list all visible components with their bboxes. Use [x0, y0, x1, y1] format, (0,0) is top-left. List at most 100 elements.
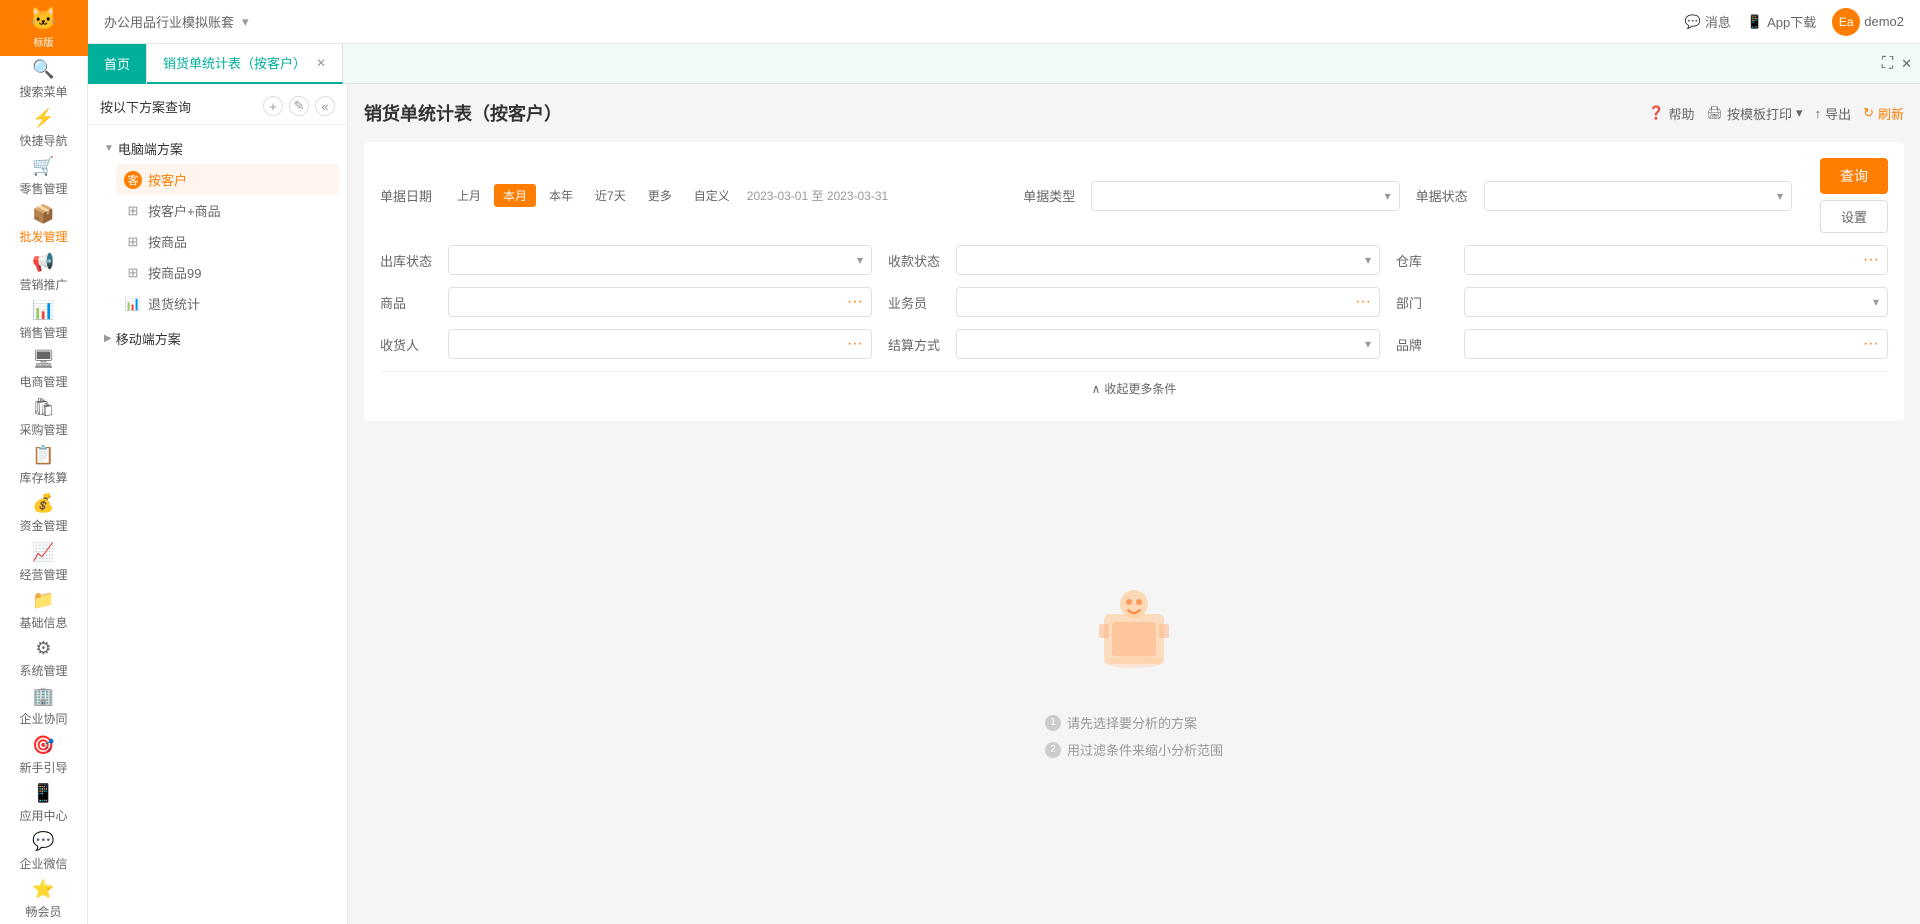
sidebar-item-wechat[interactable]: 💬 企业微信 — [0, 827, 88, 875]
status-control[interactable]: ▾ — [1484, 181, 1792, 211]
app-name-label: 办公用品行业模拟账套 — [104, 12, 234, 31]
warehouse-label: 仓库 — [1396, 251, 1456, 270]
app-logo[interactable]: 🐱 标版 — [0, 0, 88, 56]
collect-status-control[interactable]: ▾ — [956, 245, 1380, 275]
refresh-btn[interactable]: ↻ 刷新 — [1863, 104, 1904, 123]
date-btn-this-year[interactable]: 本年 — [540, 184, 582, 207]
receiver-control[interactable]: ··· — [448, 329, 872, 359]
app-download-btn[interactable]: 📱 App下载 — [1747, 12, 1816, 31]
date-btn-7days[interactable]: 近7天 — [586, 184, 635, 207]
marketing-icon: 📢 — [32, 252, 54, 273]
sidebar-item-search[interactable]: 🔍 搜索菜单 — [0, 56, 88, 104]
date-range-text: 2023-03-01 至 2023-03-31 — [747, 187, 888, 204]
collapse-bar[interactable]: ∧ 收起更多条件 — [380, 371, 1888, 405]
receiver-dots-icon[interactable]: ··· — [847, 335, 863, 353]
header-dropdown-arrow[interactable]: ▾ — [242, 14, 249, 30]
date-btn-this-month[interactable]: 本月 — [494, 184, 536, 207]
query-button[interactable]: 查询 — [1820, 158, 1888, 194]
filter-warehouse-item: 仓库 ··· — [1396, 245, 1888, 275]
sidebar-item-apps[interactable]: 📱 应用中心 — [0, 779, 88, 827]
export-label: 导出 — [1825, 104, 1851, 123]
date-btn-last-month[interactable]: 上月 — [448, 184, 490, 207]
sidebar-item-wholesale-label: 批发管理 — [19, 228, 67, 245]
warehouse-control[interactable]: ··· — [1464, 245, 1888, 275]
salesperson-control[interactable]: ··· — [956, 287, 1380, 317]
sidebar-item-operations[interactable]: 📈 经营管理 — [0, 538, 88, 586]
sidebar-item-quick-nav[interactable]: ⚡ 快捷导航 — [0, 104, 88, 152]
collapse-icon: « — [321, 99, 328, 114]
message-btn[interactable]: 💬 消息 — [1685, 12, 1731, 31]
sidebar-item-member[interactable]: ⭐ 畅会员 — [0, 876, 88, 924]
sidebar-item-purchase[interactable]: 🛍 采购管理 — [0, 393, 88, 441]
sidebar-item-enterprise[interactable]: 🏢 企业协同 — [0, 683, 88, 731]
message-icon: 💬 — [1685, 14, 1701, 30]
date-btn-more[interactable]: 更多 — [639, 184, 681, 207]
tree-child-by-customer-product[interactable]: ⊞ 按客户+商品 — [116, 195, 339, 226]
filter-type-item: 单据类型 ▾ — [1023, 181, 1399, 211]
filter-row-2: 出库状态 ▾ 收款状态 ▾ 仓库 — [380, 245, 1888, 275]
out-status-control[interactable]: ▾ — [448, 245, 872, 275]
filter-row-1: 单据日期 上月 本月 本年 近7天 更多 自定义 2023-03-01 至 20… — [380, 158, 1888, 233]
add-scheme-btn[interactable]: + — [263, 96, 283, 116]
salesperson-dots-icon[interactable]: ··· — [1355, 293, 1371, 311]
department-chevron-icon: ▾ — [1873, 295, 1879, 309]
help-btn[interactable]: ❓ 帮助 — [1648, 104, 1694, 123]
sidebar-item-wholesale[interactable]: 📦 批发管理 — [0, 200, 88, 248]
search-icon: 🔍 — [32, 59, 54, 80]
sidebar-item-system[interactable]: ⚙ 系统管理 — [0, 634, 88, 682]
tree-child-by-product[interactable]: ⊞ 按商品 — [116, 226, 339, 257]
apps-icon: 📱 — [32, 783, 54, 804]
sidebar-item-sales-label: 销售管理 — [19, 324, 67, 341]
tree-child-refund-stats[interactable]: 📊 退货统计 — [116, 288, 339, 319]
sidebar-item-retail-label: 零售管理 — [19, 180, 67, 197]
export-btn[interactable]: ↑ 导出 — [1815, 104, 1852, 123]
sidebar-item-sales[interactable]: 📊 销售管理 — [0, 297, 88, 345]
collect-status-chevron-icon: ▾ — [1365, 253, 1371, 267]
print-dropdown-arrow[interactable]: ▾ — [1796, 105, 1803, 121]
tree-child-by-customer[interactable]: 客 按客户 — [116, 164, 339, 195]
tab-close-btn[interactable]: ✕ — [316, 56, 326, 70]
tab-sales-stats[interactable]: 销货单统计表（按客户） ✕ — [147, 44, 343, 84]
maximize-btn[interactable]: ⛶ — [1882, 55, 1893, 73]
by-customer-product-icon: ⊞ — [124, 202, 142, 220]
product-control[interactable]: ··· — [448, 287, 872, 317]
retail-icon: 🛒 — [32, 156, 54, 177]
user-info[interactable]: Ea demo2 — [1832, 8, 1904, 36]
edit-scheme-btn[interactable]: ✎ — [289, 96, 309, 116]
tree-mobile-parent[interactable]: ▶ 移动端方案 — [96, 323, 339, 354]
maximize-icon: ⛶ — [1882, 55, 1893, 72]
sidebar-item-retail[interactable]: 🛒 零售管理 — [0, 152, 88, 200]
tab-home[interactable]: 首页 — [88, 44, 147, 84]
settings-button[interactable]: 设置 — [1820, 200, 1888, 233]
collapse-panel-btn[interactable]: « — [315, 96, 335, 116]
template-print-btn[interactable]: 🖨 按模板打印 ▾ — [1707, 104, 1803, 123]
filter-row-3: 商品 ··· 业务员 ··· 部门 — [380, 287, 1888, 317]
quick-nav-icon: ⚡ — [32, 108, 54, 129]
left-panel-actions: + ✎ « — [263, 96, 335, 116]
close-window-btn[interactable]: ✕ — [1901, 56, 1912, 72]
product-dots-icon[interactable]: ··· — [847, 293, 863, 311]
date-btn-custom[interactable]: 自定义 — [685, 184, 739, 207]
settlement-label: 结算方式 — [888, 335, 948, 354]
sidebar-item-guide[interactable]: 🎯 新手引导 — [0, 731, 88, 779]
type-control[interactable]: ▾ — [1091, 181, 1399, 211]
settlement-control[interactable]: ▾ — [956, 329, 1380, 359]
product-label: 商品 — [380, 293, 440, 312]
department-control[interactable]: ▾ — [1464, 287, 1888, 317]
brand-dots-icon[interactable]: ··· — [1863, 335, 1879, 353]
ecommerce-icon: 🖥 — [32, 349, 55, 370]
filter-collect-status-item: 收款状态 ▾ — [888, 245, 1380, 275]
tree-child-by-product-99[interactable]: ⊞ 按商品99 — [116, 257, 339, 288]
sidebar-item-member-label: 畅会员 — [25, 903, 61, 920]
tree-desktop-parent[interactable]: ▼ 电脑端方案 — [96, 133, 339, 164]
sidebar-item-inventory[interactable]: 📋 库存核算 — [0, 442, 88, 490]
sidebar-item-ecommerce[interactable]: 🖥 电商管理 — [0, 345, 88, 393]
logo-icon: 🐱 — [30, 6, 57, 32]
warehouse-dots-icon[interactable]: ··· — [1863, 251, 1879, 269]
filter-status-item: 单据状态 ▾ — [1416, 181, 1792, 211]
sidebar-item-enterprise-label: 企业协同 — [19, 710, 67, 727]
sidebar-item-marketing[interactable]: 📢 营销推广 — [0, 249, 88, 297]
brand-control[interactable]: ··· — [1464, 329, 1888, 359]
sidebar-item-finance[interactable]: 💰 资金管理 — [0, 490, 88, 538]
sidebar-item-basic[interactable]: 📁 基础信息 — [0, 586, 88, 634]
